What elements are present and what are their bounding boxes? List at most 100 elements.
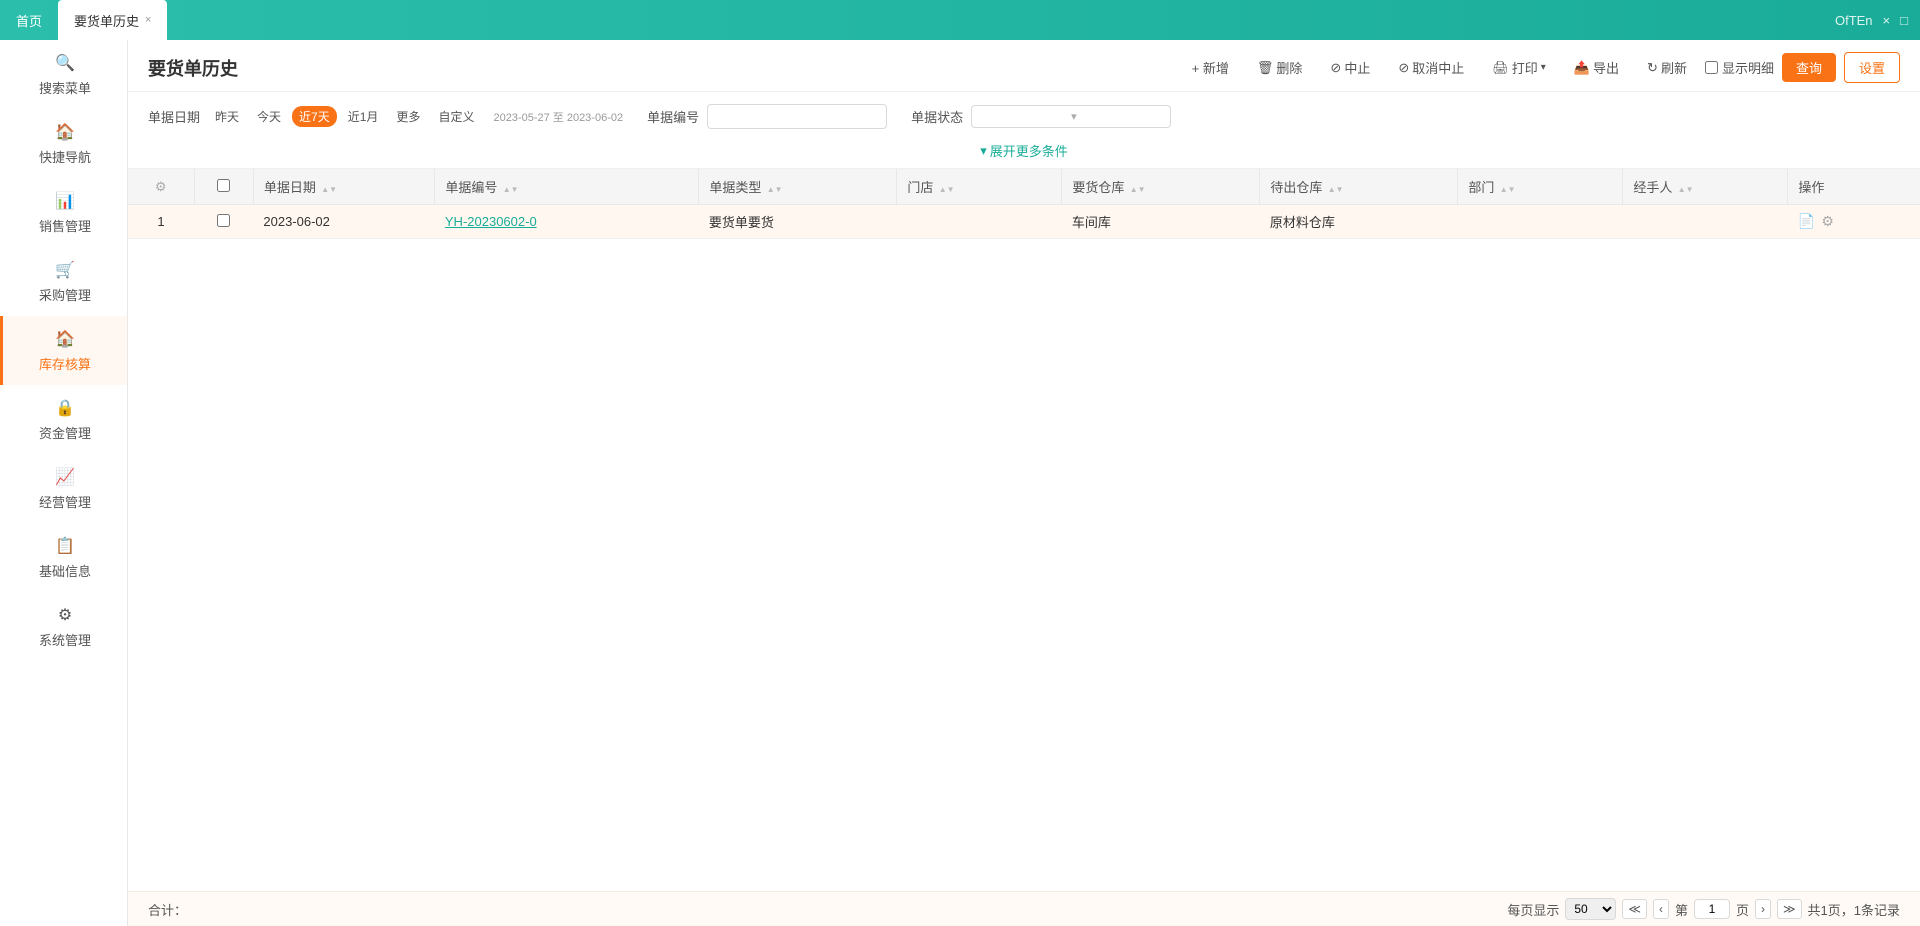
suspend-button-label: 中止 <box>1344 58 1370 77</box>
sidebar-label-purchase-mgmt: 采购管理 <box>39 285 91 304</box>
top-bar-right: OfTEn × □ <box>1835 13 1920 28</box>
sidebar-item-purchase-mgmt[interactable]: 🛒 采购管理 <box>0 247 127 316</box>
sidebar: 🔍 搜索菜单 🏠 快捷导航 📊 销售管理 🛒 采购管理 🏠 库存核算 🔒 资金管… <box>0 40 128 926</box>
row-department <box>1458 205 1623 239</box>
sidebar-item-basic-info[interactable]: 📋 基础信息 <box>0 523 127 592</box>
row-req-warehouse: 车间库 <box>1062 205 1260 239</box>
per-page-label: 每页显示 <box>1507 900 1559 919</box>
display-toggle-label: 显示明细 <box>1722 58 1774 77</box>
sort-req-warehouse-icon[interactable]: ▲▼ <box>1130 186 1146 194</box>
shortcut-1month[interactable]: 近1月 <box>341 106 386 127</box>
row-checkbox[interactable] <box>217 214 230 227</box>
shortcut-custom[interactable]: 自定义 <box>431 106 481 127</box>
delete-button[interactable]: 🗑 删除 <box>1247 54 1313 81</box>
th-handler: 经手人 ▲▼ <box>1623 169 1788 205</box>
filter-area: 单据日期 昨天 今天 近7天 近1月 更多 自定义 2023-05-27 至 2… <box>128 92 1920 169</box>
doc-number-input[interactable] <box>707 104 887 129</box>
suspend-button[interactable]: ⊘ 中止 <box>1320 54 1380 81</box>
sort-store-icon[interactable]: ▲▼ <box>939 186 955 194</box>
sidebar-item-system-mgmt[interactable]: ⚙ 系统管理 <box>0 592 127 661</box>
sidebar-label-operations-mgmt: 经营管理 <box>39 492 91 511</box>
expand-conditions-button[interactable]: ▾ 展开更多条件 <box>980 141 1068 160</box>
print-button[interactable]: 🖨 打印 ▾ <box>1482 54 1556 81</box>
column-settings-icon[interactable]: ⚙ <box>155 179 167 194</box>
chevron-down-icon: ▾ <box>1071 110 1162 123</box>
sort-department-icon[interactable]: ▲▼ <box>1500 186 1516 194</box>
content-area: 要货单历史 + 新增 🗑 删除 ⊘ 中止 ⊘ 取消中止 🖨 <box>128 40 1920 926</box>
refresh-button-label: 刷新 <box>1661 58 1687 77</box>
per-page-select[interactable]: 2050100200 <box>1565 898 1616 920</box>
status-select[interactable]: ▾ <box>971 105 1171 128</box>
page-title: 要货单历史 <box>148 55 1182 81</box>
sidebar-label-search-menu: 搜索菜单 <box>39 78 91 97</box>
delete-button-label: 删除 <box>1276 58 1302 77</box>
th-action-label: 操作 <box>1798 180 1824 195</box>
row-checkbox-cell[interactable] <box>194 205 253 239</box>
expand-label: 展开更多条件 <box>990 141 1068 160</box>
select-all-checkbox[interactable] <box>217 179 230 192</box>
th-doc-date-label: 单据日期 <box>264 180 316 195</box>
tab-home[interactable]: 首页 <box>0 0 58 40</box>
toolbar: + 新增 🗑 删除 ⊘ 中止 ⊘ 取消中止 🖨 打印 ▾ <box>1182 52 1900 83</box>
tab-requisition-label: 要货单历史 <box>74 11 139 30</box>
th-checkbox <box>194 169 253 205</box>
settings-button[interactable]: 设置 <box>1844 52 1900 83</box>
status-label: 单据状态 <box>911 107 963 126</box>
edit-icon[interactable]: 📄 <box>1798 213 1815 230</box>
sidebar-item-inventory-calc[interactable]: 🏠 库存核算 <box>0 316 127 385</box>
sidebar-label-fund-mgmt: 资金管理 <box>39 423 91 442</box>
th-pending-warehouse-label: 待出仓库 <box>1270 180 1322 195</box>
page-input[interactable] <box>1694 899 1730 919</box>
shortcut-more[interactable]: 更多 <box>389 106 427 127</box>
purchase-mgmt-icon: 🛒 <box>54 259 76 281</box>
total-label: 合计： <box>148 900 187 919</box>
export-button[interactable]: 📤 导出 <box>1564 54 1629 81</box>
sort-handler-icon[interactable]: ▲▼ <box>1678 186 1694 194</box>
next-page-button[interactable]: › <box>1755 899 1771 919</box>
shortcut-today[interactable]: 今天 <box>250 106 288 127</box>
first-page-button[interactable]: ≪ <box>1622 899 1647 919</box>
close-window-icon[interactable]: × <box>1883 13 1891 28</box>
prev-page-button[interactable]: ‹ <box>1653 899 1669 919</box>
sales-mgmt-icon: 📊 <box>54 190 76 212</box>
minimize-icon[interactable]: □ <box>1900 13 1908 28</box>
th-doc-date: 单据日期 ▲▼ <box>253 169 435 205</box>
sidebar-item-search-menu[interactable]: 🔍 搜索菜单 <box>0 40 127 109</box>
tab-close-icon[interactable]: × <box>145 14 151 26</box>
cancel-suspend-icon: ⊘ <box>1398 60 1409 76</box>
th-doc-type: 单据类型 ▲▼ <box>699 169 897 205</box>
row-num: 1 <box>128 205 194 239</box>
tab-requisition-history[interactable]: 要货单历史 × <box>58 0 167 40</box>
doc-number-filter-group: 单据编号 <box>647 104 887 129</box>
sort-doc-type-icon[interactable]: ▲▼ <box>767 186 783 194</box>
sidebar-item-operations-mgmt[interactable]: 📈 经营管理 <box>0 454 127 523</box>
sort-pending-warehouse-icon[interactable]: ▲▼ <box>1328 186 1344 194</box>
shortcut-yesterday[interactable]: 昨天 <box>208 106 246 127</box>
display-toggle-checkbox[interactable] <box>1705 61 1718 74</box>
shortcut-7days[interactable]: 近7天 <box>292 106 337 127</box>
sort-doc-date-icon[interactable]: ▲▼ <box>321 186 337 194</box>
quick-nav-icon: 🏠 <box>54 121 76 143</box>
th-pending-warehouse: 待出仓库 ▲▼ <box>1260 169 1458 205</box>
more-icon[interactable]: ⚙ <box>1821 213 1834 230</box>
sidebar-item-sales-mgmt[interactable]: 📊 销售管理 <box>0 178 127 247</box>
sort-doc-number-icon[interactable]: ▲▼ <box>503 186 519 194</box>
query-button[interactable]: 查询 <box>1782 53 1836 82</box>
expand-row: ▾ 展开更多条件 <box>148 135 1900 160</box>
cancel-suspend-button[interactable]: ⊘ 取消中止 <box>1388 54 1474 81</box>
table-footer: 合计： 每页显示 2050100200 ≪ ‹ 第 页 › ≫ 共1页，1条记录 <box>128 891 1920 926</box>
pagination: 每页显示 2050100200 ≪ ‹ 第 页 › ≫ 共1页，1条记录 <box>1507 898 1900 920</box>
new-button[interactable]: + 新增 <box>1182 54 1239 81</box>
row-actions: 📄 ⚙ <box>1788 205 1920 239</box>
th-store-label: 门店 <box>907 180 933 195</box>
display-toggle[interactable]: 显示明细 <box>1705 58 1774 77</box>
sidebar-item-fund-mgmt[interactable]: 🔒 资金管理 <box>0 385 127 454</box>
row-doc-number[interactable]: YH-20230602-0 <box>435 205 699 239</box>
refresh-button[interactable]: ↻ 刷新 <box>1637 54 1697 81</box>
last-page-button[interactable]: ≫ <box>1777 899 1802 919</box>
delete-icon: 🗑 <box>1257 60 1274 76</box>
sidebar-item-quick-nav[interactable]: 🏠 快捷导航 <box>0 109 127 178</box>
inventory-calc-icon: 🏠 <box>54 328 76 350</box>
date-filter-label: 单据日期 <box>148 107 200 126</box>
row-store <box>897 205 1062 239</box>
